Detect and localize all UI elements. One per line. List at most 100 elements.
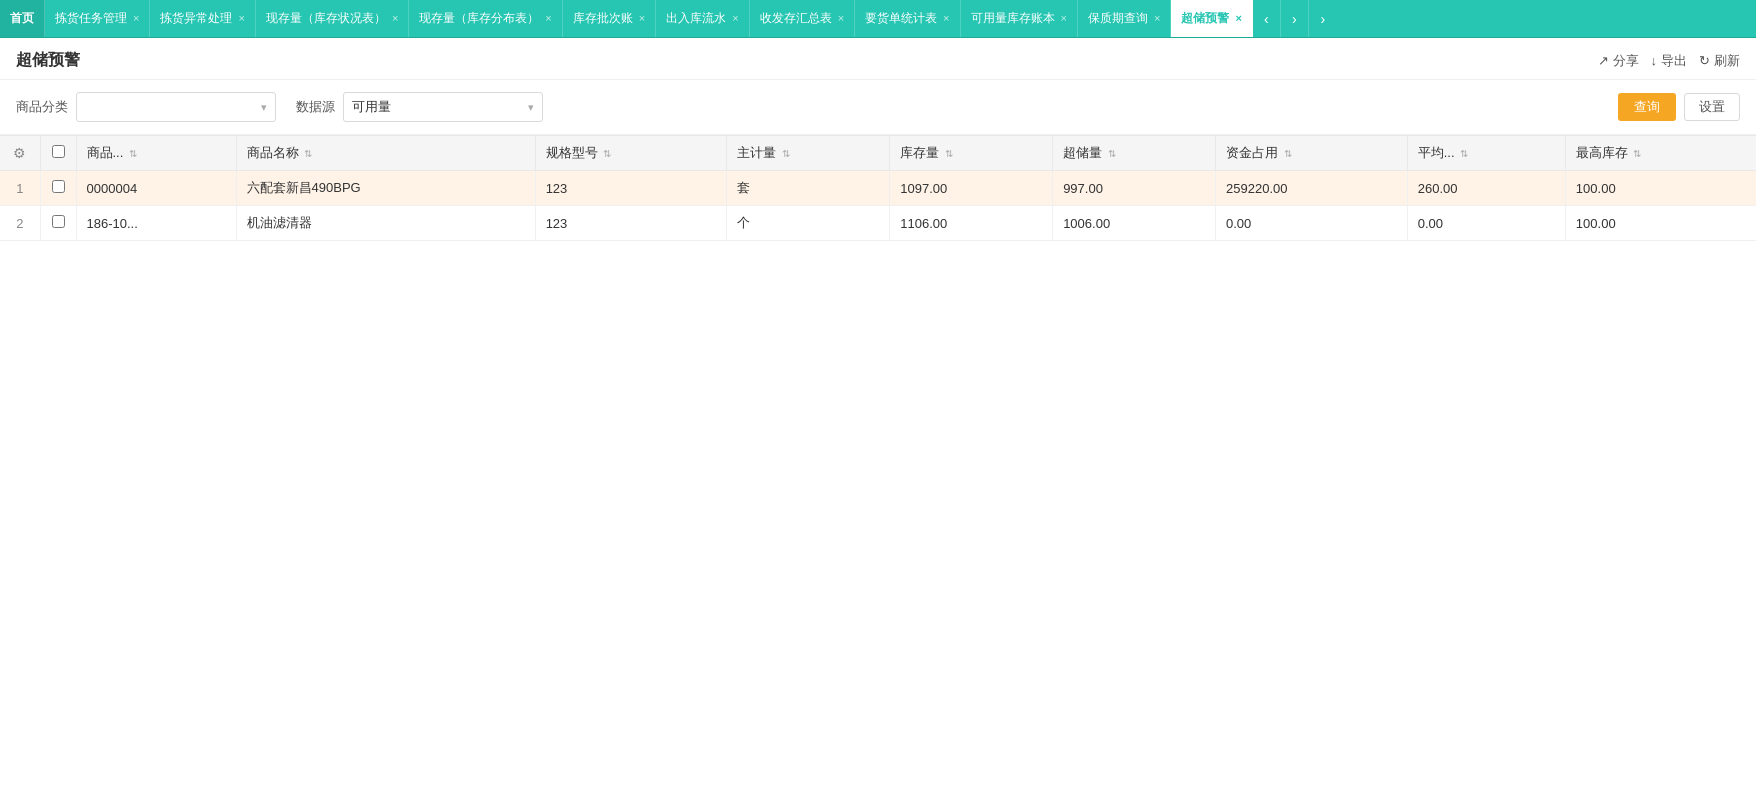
datasource-select-value: 可用量 — [352, 98, 391, 116]
category-label: 商品分类 — [16, 98, 68, 116]
row-spec: 123 — [535, 171, 727, 206]
sort-maxstock-icon: ⇅ — [1633, 148, 1641, 159]
close-overstock-icon[interactable]: × — [1235, 13, 1241, 24]
stock-dist-label: 现存量（库存分布表） — [419, 10, 539, 27]
nav-pick-task[interactable]: 拣货任务管理 × — [45, 0, 150, 37]
row-checkbox-cell — [40, 171, 76, 206]
table-row: 2 186-10... 机油滤清器 123 个 1106.00 1006.00 … — [0, 206, 1756, 241]
row-maxstock: 100.00 — [1565, 206, 1756, 241]
nav-next-button[interactable]: › — [1281, 0, 1309, 37]
nav-stock-dist[interactable]: 现存量（库存分布表） × — [409, 0, 562, 37]
sort-avg-icon: ⇅ — [1460, 148, 1468, 159]
share-icon: ↗ — [1598, 53, 1609, 68]
col-settings: ⚙ — [0, 136, 40, 171]
sort-spec-icon: ⇅ — [603, 148, 611, 159]
row-capital: 0.00 — [1216, 206, 1408, 241]
share-label: 分享 — [1613, 52, 1639, 70]
close-pick-task-icon[interactable]: × — [133, 13, 139, 24]
category-chevron-icon: ▾ — [261, 101, 267, 114]
col-spec-header[interactable]: 规格型号 ⇅ — [535, 136, 727, 171]
nav-more-button[interactable]: › — [1309, 0, 1337, 37]
nav-prev-button[interactable]: ‹ — [1253, 0, 1281, 37]
table-container: ⚙ 商品... ⇅ 商品名称 ⇅ 规格型号 ⇅ — [0, 135, 1756, 241]
export-label: 导出 — [1661, 52, 1687, 70]
nav-available-account[interactable]: 可用量库存账本 × — [961, 0, 1078, 37]
top-navbar: 首页 拣货任务管理 × 拣货异常处理 × 现存量（库存状况表） × 现存量（库存… — [0, 0, 1756, 38]
nav-expiry[interactable]: 保质期查询 × — [1078, 0, 1171, 37]
row-overflow: 1006.00 — [1053, 206, 1216, 241]
row-stock: 1097.00 — [890, 171, 1053, 206]
col-code-header[interactable]: 商品... ⇅ — [76, 136, 236, 171]
nav-receive-send[interactable]: 收发存汇总表 × — [750, 0, 855, 37]
select-all-checkbox[interactable] — [52, 145, 65, 158]
row-seq: 2 — [0, 206, 40, 241]
row-checkbox[interactable] — [52, 215, 65, 228]
nav-batch-account[interactable]: 库存批次账 × — [563, 0, 656, 37]
sort-overflow-icon: ⇅ — [1108, 148, 1116, 159]
available-account-label: 可用量库存账本 — [971, 10, 1055, 27]
col-overflow-header[interactable]: 超储量 ⇅ — [1053, 136, 1216, 171]
close-expiry-icon[interactable]: × — [1154, 13, 1160, 24]
query-button[interactable]: 查询 — [1618, 93, 1676, 121]
sort-stock-icon: ⇅ — [945, 148, 953, 159]
nav-inout-flow[interactable]: 出入库流水 × — [656, 0, 749, 37]
sort-name-icon: ⇅ — [304, 148, 312, 159]
sort-capital-icon: ⇅ — [1284, 148, 1292, 159]
close-receive-send-icon[interactable]: × — [838, 13, 844, 24]
refresh-icon: ↻ — [1699, 53, 1710, 68]
nav-pick-exception[interactable]: 拣货异常处理 × — [150, 0, 255, 37]
refresh-label: 刷新 — [1714, 52, 1740, 70]
nav-stock-status[interactable]: 现存量（库存状况表） × — [256, 0, 409, 37]
page-header: 超储预警 ↗ 分享 ↓ 导出 ↻ 刷新 — [0, 38, 1756, 80]
order-stat-label: 要货单统计表 — [865, 10, 937, 27]
filter-actions: 查询 设置 — [1618, 93, 1740, 121]
close-available-account-icon[interactable]: × — [1061, 13, 1067, 24]
close-inout-flow-icon[interactable]: × — [732, 13, 738, 24]
close-order-stat-icon[interactable]: × — [943, 13, 949, 24]
row-stock: 1106.00 — [890, 206, 1053, 241]
col-stock-header[interactable]: 库存量 ⇅ — [890, 136, 1053, 171]
gear-icon[interactable]: ⚙ — [13, 145, 26, 161]
pick-exception-label: 拣货异常处理 — [160, 10, 232, 27]
row-maxstock: 100.00 — [1565, 171, 1756, 206]
share-button[interactable]: ↗ 分享 — [1598, 52, 1639, 70]
col-maxstock-header[interactable]: 最高库存 ⇅ — [1565, 136, 1756, 171]
export-button[interactable]: ↓ 导出 — [1651, 52, 1688, 70]
nav-overstock[interactable]: 超储预警 × — [1171, 0, 1252, 37]
datasource-chevron-icon: ▾ — [528, 101, 534, 114]
page-title: 超储预警 — [16, 50, 80, 71]
col-capital-header[interactable]: 资金占用 ⇅ — [1216, 136, 1408, 171]
batch-account-label: 库存批次账 — [573, 10, 633, 27]
table-header-row: ⚙ 商品... ⇅ 商品名称 ⇅ 规格型号 ⇅ — [0, 136, 1756, 171]
row-avg: 260.00 — [1407, 171, 1565, 206]
close-stock-status-icon[interactable]: × — [392, 13, 398, 24]
category-select[interactable]: ▾ — [76, 92, 276, 122]
close-batch-account-icon[interactable]: × — [639, 13, 645, 24]
row-code: 186-10... — [76, 206, 236, 241]
col-avg-header[interactable]: 平均... ⇅ — [1407, 136, 1565, 171]
col-checkbox-header — [40, 136, 76, 171]
col-unit-header[interactable]: 主计量 ⇅ — [727, 136, 890, 171]
inout-flow-label: 出入库流水 — [666, 10, 726, 27]
category-filter-group: 商品分类 ▾ — [16, 92, 276, 122]
receive-send-label: 收发存汇总表 — [760, 10, 832, 27]
col-name-header[interactable]: 商品名称 ⇅ — [236, 136, 535, 171]
refresh-button[interactable]: ↻ 刷新 — [1699, 52, 1740, 70]
row-overflow: 997.00 — [1053, 171, 1216, 206]
close-stock-dist-icon[interactable]: × — [545, 13, 551, 24]
home-label: 首页 — [10, 10, 34, 27]
main-content: 超储预警 ↗ 分享 ↓ 导出 ↻ 刷新 商品分类 ▾ 数据源 — [0, 38, 1756, 800]
nav-order-stat[interactable]: 要货单统计表 × — [855, 0, 960, 37]
table-row: 1 0000004 六配套新昌490BPG 123 套 1097.00 997.… — [0, 171, 1756, 206]
row-checkbox[interactable] — [52, 180, 65, 193]
row-unit: 套 — [727, 171, 890, 206]
close-pick-exception-icon[interactable]: × — [238, 13, 244, 24]
expiry-label: 保质期查询 — [1088, 10, 1148, 27]
data-table: ⚙ 商品... ⇅ 商品名称 ⇅ 规格型号 ⇅ — [0, 135, 1756, 241]
pick-task-label: 拣货任务管理 — [55, 10, 127, 27]
settings-button[interactable]: 设置 — [1684, 93, 1740, 121]
datasource-select[interactable]: 可用量 ▾ — [343, 92, 543, 122]
nav-home[interactable]: 首页 — [0, 0, 45, 37]
row-capital: 259220.00 — [1216, 171, 1408, 206]
row-avg: 0.00 — [1407, 206, 1565, 241]
